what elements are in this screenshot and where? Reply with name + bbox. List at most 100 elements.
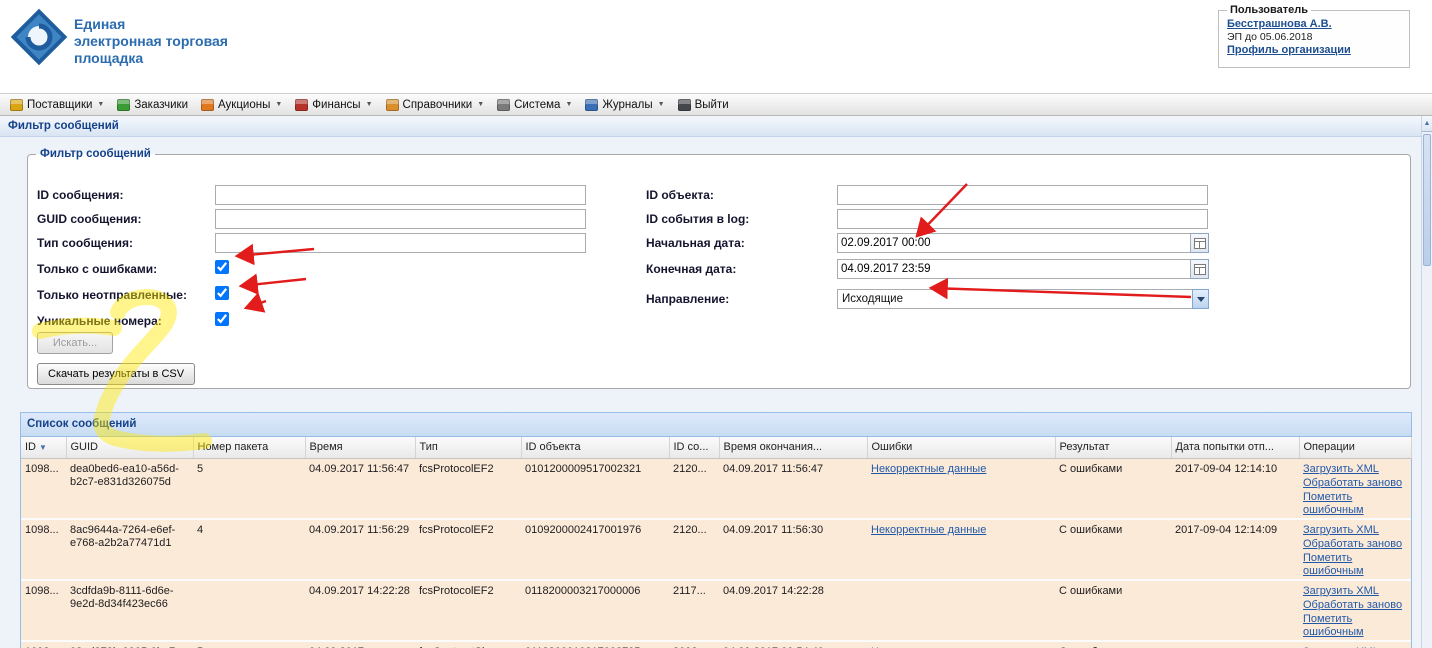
menu-item-system[interactable]: Система ▼ (493, 94, 581, 115)
start-date-input[interactable] (837, 233, 1191, 253)
column-header-label: ID объекта (525, 441, 581, 454)
scrollbar-thumb[interactable] (1423, 134, 1431, 266)
menu-item-journals[interactable]: Журналы ▼ (581, 94, 673, 115)
column-header-label: Дата попытки отп... (1175, 441, 1274, 454)
menu-item-exit[interactable]: Выйти (674, 94, 738, 115)
menu-item-auctions[interactable]: Аукционы ▼ (197, 94, 291, 115)
error-details-link[interactable]: Некорректные данные (871, 463, 986, 475)
cell-packet-number: 4 (193, 518, 305, 581)
operation-link[interactable]: Пометить ошибочным (1303, 613, 1407, 639)
user-name-link[interactable]: Бесстрашнова А.В. (1227, 18, 1401, 30)
cell-operations: Загрузить XMLОбработать зановоПометить о… (1299, 518, 1411, 581)
log-event-id-input[interactable] (837, 209, 1208, 229)
cell-id: 1098... (21, 458, 66, 520)
cell-type: fcsProtocolEF2 (415, 579, 521, 642)
menu-item-label: Заказчики (134, 98, 188, 111)
unique-numbers-checkbox[interactable] (215, 312, 229, 326)
cert-validity-text: ЭП до 05.06.2018 (1227, 31, 1313, 43)
cell-object-id: 0109200002417001976 (521, 518, 669, 581)
grid-title: Список сообщений (21, 413, 1411, 437)
cell-id: 1098... (21, 579, 66, 642)
only-unsent-checkbox[interactable] (215, 286, 229, 300)
download-csv-button[interactable]: Скачать результаты в CSV (37, 363, 196, 385)
message-type-label: Тип сообщения: (37, 236, 133, 250)
chevron-down-icon: ▼ (477, 101, 485, 108)
column-header-attempt-date[interactable]: Дата попытки отп... (1171, 437, 1300, 459)
scroll-up-icon[interactable]: ▲ (1422, 116, 1432, 132)
column-header-id[interactable]: ID ▼ (21, 437, 67, 459)
operation-link[interactable]: Обработать заново (1303, 477, 1407, 490)
system-monitor-icon (497, 98, 511, 111)
cell-object-id: 0118200003217000006 (521, 579, 669, 642)
menu-item-suppliers[interactable]: Поставщики ▼ (6, 94, 113, 115)
journals-chart-icon (585, 98, 599, 111)
cell-operations: Загрузить XMLОбработать зановоПометить о… (1299, 458, 1411, 520)
cell-object-id: 0101200009517002321 (521, 458, 669, 520)
column-header-guid[interactable]: GUID (66, 437, 194, 459)
start-date-calendar-button[interactable] (1191, 233, 1209, 253)
column-header-label: ID со... (673, 441, 709, 454)
column-header-packet-number[interactable]: Номер пакета (193, 437, 306, 459)
column-header-result[interactable]: Результат (1055, 437, 1172, 459)
finance-bank-icon (295, 98, 309, 111)
unique-numbers-label: Уникальные номера: (37, 314, 162, 328)
direction-select[interactable]: Исходящие (837, 289, 1209, 309)
operation-link[interactable]: Загрузить XML (1303, 463, 1407, 476)
message-guid-input[interactable] (215, 209, 586, 229)
column-header-label: Время окончания... (723, 441, 823, 454)
user-panel: Пользователь Бесстрашнова А.В. ЭП до 05.… (1218, 4, 1410, 68)
column-header-operations[interactable]: Операции (1299, 437, 1412, 459)
operation-link[interactable]: Загрузить XML (1303, 524, 1407, 537)
message-type-input[interactable] (215, 233, 586, 253)
app-window: Единая электронная торговая площадка Пол… (0, 0, 1432, 648)
message-id-input[interactable] (215, 185, 586, 205)
object-id-input[interactable] (837, 185, 1208, 205)
column-header-end-time[interactable]: Время окончания... (719, 437, 868, 459)
table-row: 1098... dea0bed6-ea10-a56d-b2c7-e831d3260… (21, 458, 1411, 520)
cell-attempt-date (1171, 579, 1299, 642)
menu-item-label: Поставщики (27, 98, 93, 111)
cell-errors: Некорректные данные (867, 518, 1055, 581)
search-button[interactable]: Искать... (37, 332, 113, 354)
operation-link[interactable]: Загрузить XML (1303, 585, 1407, 598)
menu-item-directories[interactable]: Справочники ▼ (382, 94, 494, 115)
column-header-errors[interactable]: Ошибки (867, 437, 1056, 459)
cell-operations: Загрузить XMLОбработать зановоПометить о… (1299, 640, 1411, 648)
message-guid-label: GUID сообщения: (37, 212, 142, 226)
cell-type: fcsContractSi... (415, 640, 521, 648)
end-date-input[interactable] (837, 259, 1191, 279)
org-profile-link[interactable]: Профиль организации (1227, 44, 1401, 56)
cell-end-time: 04.09.2017 11:56:47 (719, 458, 867, 520)
direction-dropdown-button[interactable] (1192, 289, 1209, 309)
end-date-calendar-button[interactable] (1191, 259, 1209, 279)
column-header-object-id[interactable]: ID объекта (521, 437, 670, 459)
only-errors-checkbox[interactable] (215, 260, 229, 274)
operation-link[interactable]: Пометить ошибочным (1303, 491, 1407, 517)
column-header-type[interactable]: Тип (415, 437, 522, 459)
error-details-link[interactable]: Некорректные данные (871, 524, 986, 536)
cell-id-so: 2092... (669, 640, 719, 648)
menu-item-finance[interactable]: Финансы ▼ (291, 94, 381, 115)
suppliers-folder-icon (10, 98, 23, 111)
menu-item-label: Журналы (602, 98, 653, 111)
cell-object-id: 0118200010217002705 (521, 640, 669, 648)
grid-header-row: ID ▼ GUID Номер пакета Время Тип ID объекта ID … (21, 437, 1412, 459)
chevron-down-icon: ▼ (97, 101, 105, 108)
vertical-scrollbar[interactable]: ▲ (1421, 116, 1432, 648)
menu-item-customers[interactable]: Заказчики (113, 94, 197, 115)
only-unsent-label: Только неотправленные: (37, 288, 187, 302)
operation-link[interactable]: Обработать заново (1303, 599, 1407, 612)
operation-link[interactable]: Пометить ошибочным (1303, 552, 1407, 578)
column-header-time[interactable]: Время (305, 437, 416, 459)
cell-guid: 8ac9644a-7264-e6ef-e768-a2b2a77471d1 (66, 518, 193, 581)
log-event-id-label: ID события в log: (646, 212, 750, 226)
logo-line: электронная торговая (74, 33, 228, 49)
messages-table: ID ▼ GUID Номер пакета Время Тип ID объекта ID … (21, 437, 1412, 648)
operation-link[interactable]: Обработать заново (1303, 538, 1407, 551)
exit-door-icon (677, 98, 691, 111)
logo-line: Единая (74, 16, 126, 32)
column-header-id-so[interactable]: ID со... (669, 437, 720, 459)
column-header-label: Операции (1303, 441, 1355, 454)
user-panel-legend: Пользователь (1230, 4, 1309, 16)
cell-guid: dea0bed6-ea10-a56d-b2c7-e831d326075d (66, 458, 193, 520)
